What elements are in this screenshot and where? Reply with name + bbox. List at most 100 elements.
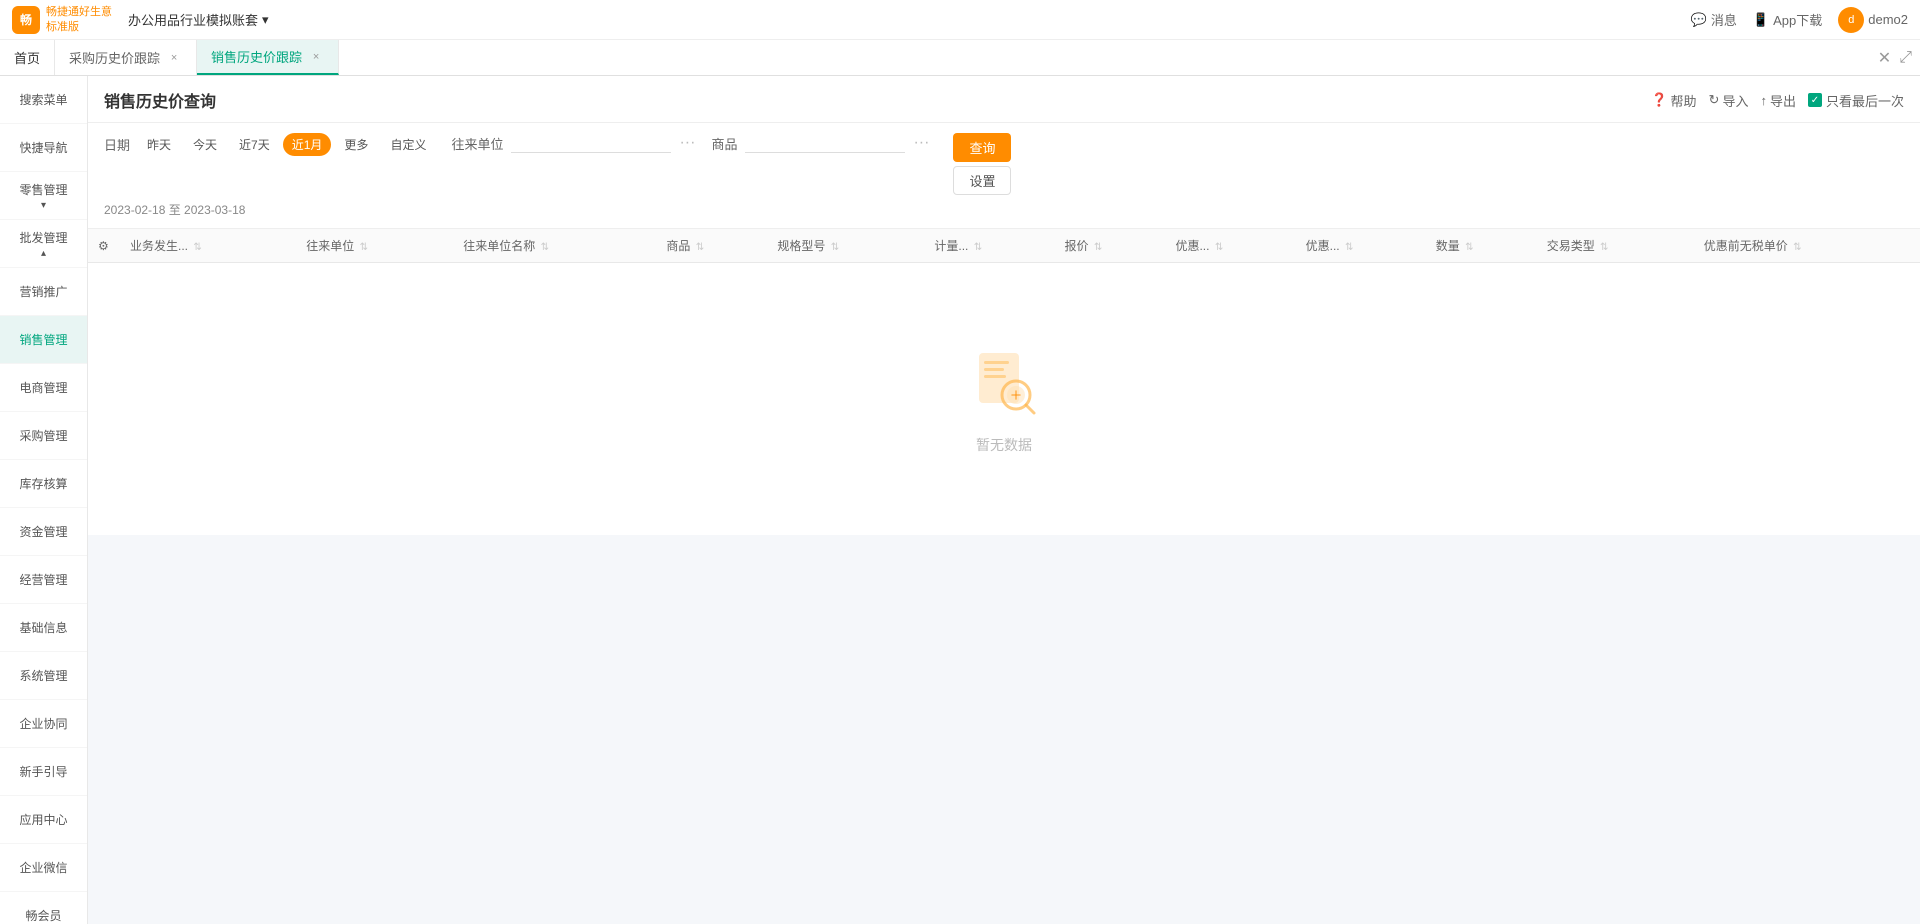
sidebar-item-purchase-mgmt[interactable]: 采购管理 xyxy=(0,412,87,460)
filter-row-top: 日期 昨天 今天 近7天 近1月 更多 自定义 往来单位 xyxy=(104,133,1011,195)
workspace-selector[interactable]: 办公用品行业模拟账套 ▾ xyxy=(120,6,277,33)
search-button[interactable]: 查询 xyxy=(953,133,1011,162)
th-settings: ⚙ xyxy=(88,229,120,263)
th-spec[interactable]: 规格型号 ⇅ xyxy=(767,229,924,263)
messages-button[interactable]: 💬 消息 xyxy=(1691,10,1737,29)
tab-purchase-history[interactable]: 采购历史价跟踪 × xyxy=(55,40,197,75)
sidebar-item-wholesale-mgmt[interactable]: 批发管理 ▴ xyxy=(0,220,87,268)
export-button[interactable]: ↑ 导出 xyxy=(1760,91,1796,110)
workspace-chevron-icon: ▾ xyxy=(262,12,269,28)
basic-info-label: 基础信息 xyxy=(19,619,67,636)
th-quantity[interactable]: 数量 ⇅ xyxy=(1426,229,1537,263)
purchase-mgmt-label: 采购管理 xyxy=(19,427,67,444)
settings-button[interactable]: 设置 xyxy=(953,166,1011,195)
table-settings-icon[interactable]: ⚙ xyxy=(98,239,109,253)
help-button[interactable]: ❓ 帮助 xyxy=(1651,91,1696,110)
sort-pretax-price-icon: ⇅ xyxy=(1793,242,1801,253)
date-btn-more[interactable]: 更多 xyxy=(335,133,377,156)
goods-filter-input[interactable] xyxy=(745,133,905,153)
date-btn-today[interactable]: 今天 xyxy=(184,133,226,156)
page-header-actions: ❓ 帮助 ↻ 导入 ↑ 导出 ✓ 只看最后一次 xyxy=(1651,91,1904,110)
tab-purchase-history-close[interactable]: × xyxy=(166,50,182,66)
sidebar-item-search-menu[interactable]: 搜索菜单 xyxy=(0,76,87,124)
th-partner-code[interactable]: 往来单位 ⇅ xyxy=(296,229,453,263)
wholesale-mgmt-label: 批发管理 xyxy=(19,229,67,246)
sidebar-item-quick-nav[interactable]: 快捷导航 xyxy=(0,124,87,172)
date-btn-7days[interactable]: 近7天 xyxy=(230,133,279,156)
sort-discount-rate-icon: ⇅ xyxy=(1215,242,1223,253)
sidebar-item-app-center[interactable]: 应用中心 xyxy=(0,796,87,844)
partner-filter-label: 往来单位 xyxy=(451,134,503,153)
th-discount-rate[interactable]: 优惠... ⇅ xyxy=(1165,229,1295,263)
user-menu[interactable]: d demo2 xyxy=(1838,7,1908,33)
only-last-checkbox[interactable]: ✓ xyxy=(1808,93,1822,107)
avatar: d xyxy=(1838,7,1864,33)
filter-area: 日期 昨天 今天 近7天 近1月 更多 自定义 往来单位 xyxy=(88,123,1920,229)
enterprise-wechat-label: 企业微信 xyxy=(19,859,67,876)
partner-filter-group: 往来单位 ··· xyxy=(451,133,695,153)
sort-quoted-price-icon: ⇅ xyxy=(1094,242,1102,253)
workspace-name: 办公用品行业模拟账套 xyxy=(128,10,258,29)
quick-nav-label: 快捷导航 xyxy=(19,139,67,156)
top-bar-right: 💬 消息 📱 App下载 d demo2 xyxy=(1691,7,1908,33)
download-icon: 📱 xyxy=(1753,12,1769,28)
date-btn-yesterday[interactable]: 昨天 xyxy=(138,133,180,156)
goods-filter-label: 商品 xyxy=(711,134,737,153)
sidebar-item-finance-mgmt[interactable]: 资金管理 xyxy=(0,508,87,556)
content-area: 销售历史价查询 ❓ 帮助 ↻ 导入 ↑ 导出 ✓ xyxy=(88,76,1920,924)
page-title: 销售历史价查询 xyxy=(104,88,216,112)
sidebar-item-inventory[interactable]: 库存核算 xyxy=(0,460,87,508)
sidebar-item-ecommerce-mgmt[interactable]: 电商管理 xyxy=(0,364,87,412)
import-button[interactable]: ↻ 导入 xyxy=(1709,91,1749,110)
th-partner-name[interactable]: 往来单位名称 ⇅ xyxy=(453,229,656,263)
sidebar-item-enterprise-wechat[interactable]: 企业微信 xyxy=(0,844,87,892)
th-biz-date[interactable]: 业务发生... ⇅ xyxy=(120,229,296,263)
sidebar-item-retail-mgmt[interactable]: 零售管理 ▾ xyxy=(0,172,87,220)
app-center-label: 应用中心 xyxy=(19,811,67,828)
operations-mgmt-label: 经营管理 xyxy=(19,571,67,588)
tab-sales-history[interactable]: 销售历史价跟踪 × xyxy=(197,40,339,75)
date-btn-custom[interactable]: 自定义 xyxy=(381,133,435,156)
sidebar-item-new-guide[interactable]: 新手引导 xyxy=(0,748,87,796)
tab-sales-history-close[interactable]: × xyxy=(308,49,324,65)
goods-filter-dots-icon[interactable]: ··· xyxy=(913,134,929,152)
only-last-checkbox-area[interactable]: ✓ 只看最后一次 xyxy=(1808,91,1904,110)
inventory-label: 库存核算 xyxy=(19,475,67,492)
tab-bar: 首页 采购历史价跟踪 × 销售历史价跟踪 × ✕ ⤢ xyxy=(0,40,1920,76)
logo-area: 畅 畅捷通好生意 标准版 xyxy=(12,5,112,34)
sidebar-item-member[interactable]: 畅会员 xyxy=(0,892,87,924)
app-download-button[interactable]: 📱 App下载 xyxy=(1753,10,1822,29)
th-unit[interactable]: 计量... ⇅ xyxy=(924,229,1054,263)
maximize-button[interactable]: ⤢ xyxy=(1899,49,1912,67)
marketing-promo-label: 营销推广 xyxy=(19,283,67,300)
sort-unit-icon: ⇅ xyxy=(974,242,982,253)
enterprise-collab-label: 企业协同 xyxy=(19,715,67,732)
th-discount-amt[interactable]: 优惠... ⇅ xyxy=(1296,229,1426,263)
empty-state: 暂无数据 xyxy=(88,263,1920,535)
main-layout: 搜索菜单 快捷导航 零售管理 ▾ 批发管理 ▴ 营销推广 销售管理 电商管理 采… xyxy=(0,76,1920,924)
retail-mgmt-label: 零售管理 xyxy=(19,181,67,198)
sidebar-item-system-mgmt[interactable]: 系统管理 xyxy=(0,652,87,700)
logo-icon: 畅 xyxy=(12,6,40,34)
empty-illustration xyxy=(964,343,1044,423)
sidebar-item-enterprise-collab[interactable]: 企业协同 xyxy=(0,700,87,748)
th-quoted-price[interactable]: 报价 ⇅ xyxy=(1055,229,1166,263)
sidebar-item-sales-mgmt[interactable]: 销售管理 xyxy=(0,316,87,364)
partner-filter-dots-icon[interactable]: ··· xyxy=(679,134,695,152)
sidebar-item-basic-info[interactable]: 基础信息 xyxy=(0,604,87,652)
page-container: 销售历史价查询 ❓ 帮助 ↻ 导入 ↑ 导出 ✓ xyxy=(88,76,1920,535)
th-goods[interactable]: 商品 ⇅ xyxy=(656,229,767,263)
th-trade-type[interactable]: 交易类型 ⇅ xyxy=(1537,229,1694,263)
th-pretax-price[interactable]: 优惠前无税单价 ⇅ xyxy=(1694,229,1920,263)
date-filter-group: 日期 昨天 今天 近7天 近1月 更多 自定义 xyxy=(104,133,435,156)
tab-home[interactable]: 首页 xyxy=(0,40,55,75)
sidebar-item-operations-mgmt[interactable]: 经营管理 xyxy=(0,556,87,604)
close-all-tabs-button[interactable]: ✕ xyxy=(1878,48,1891,68)
partner-filter-input[interactable] xyxy=(511,133,671,153)
date-btn-1month[interactable]: 近1月 xyxy=(283,133,332,156)
table-header-row: ⚙ 业务发生... ⇅ 往来单位 ⇅ 往来单位名称 xyxy=(88,229,1920,263)
sort-goods-icon: ⇅ xyxy=(696,242,704,253)
sort-discount-amt-icon: ⇅ xyxy=(1345,242,1353,253)
sidebar-item-marketing-promo[interactable]: 营销推广 xyxy=(0,268,87,316)
sales-mgmt-label: 销售管理 xyxy=(19,331,67,348)
